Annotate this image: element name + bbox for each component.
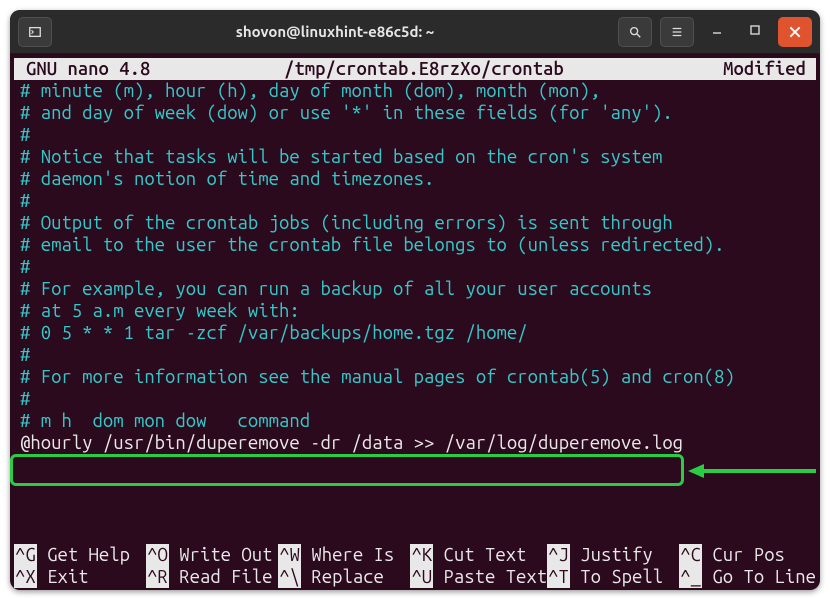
maximize-icon	[749, 24, 761, 36]
shortcut-item: ^U Paste Text	[410, 566, 547, 588]
shortcut-item: ^W Where Is	[278, 544, 410, 566]
shortcut-key: ^T	[547, 566, 570, 588]
shortcut-label: Get Help	[37, 544, 130, 566]
comment-line: # For example, you can run a backup of a…	[20, 278, 816, 300]
comment-line: # at 5 a.m every week with:	[20, 300, 816, 322]
shortcut-key: ^R	[146, 566, 169, 588]
shortcut-label: Go To Line	[702, 566, 816, 588]
shortcut-item: ^X Exit	[14, 566, 146, 588]
terminal-body[interactable]: GNU nano 4.8 /tmp/crontab.E8rzXo/crontab…	[10, 54, 820, 590]
search-icon	[628, 25, 642, 39]
comment-line: # Output of the crontab jobs (including …	[20, 212, 816, 234]
new-tab-button[interactable]	[18, 17, 52, 47]
comment-line: # and day of week (dow) or use '*' in th…	[20, 102, 816, 124]
cron-command-line: @hourly /usr/bin/duperemove -dr /data >>…	[20, 432, 816, 454]
window-controls	[702, 17, 812, 47]
close-button[interactable]	[778, 17, 812, 47]
shortcut-label: Exit	[37, 566, 89, 588]
menu-button[interactable]	[660, 17, 694, 47]
comment-line: # m h dom mon dow command	[20, 410, 816, 432]
shortcut-item: ^J Justify	[547, 544, 679, 566]
comment-line: #	[20, 124, 816, 146]
editor-content[interactable]: # minute (m), hour (h), day of month (do…	[14, 80, 816, 454]
hamburger-icon	[670, 25, 684, 39]
shortcut-key: ^_	[679, 566, 702, 588]
shortcut-key: ^O	[146, 544, 169, 566]
shortcut-item: ^O Write Out	[146, 544, 278, 566]
shortcut-key: ^K	[410, 544, 433, 566]
comment-line: # minute (m), hour (h), day of month (do…	[20, 80, 816, 102]
shortcut-key: ^C	[679, 544, 702, 566]
terminal-icon	[28, 25, 42, 39]
nano-status-bar: GNU nano 4.8 /tmp/crontab.E8rzXo/crontab…	[14, 58, 816, 80]
comment-line: #	[20, 388, 816, 410]
nano-state: Modified	[723, 58, 816, 80]
shortcut-label: Paste Text	[433, 566, 547, 588]
shortcut-item: ^K Cut Text	[410, 544, 547, 566]
shortcut-item: ^C Cur Pos	[679, 544, 816, 566]
shortcut-label: Cur Pos	[702, 544, 785, 566]
shortcut-label: To Spell	[570, 566, 663, 588]
titlebar: shovon@linuxhint-e86c5d: ~	[10, 10, 820, 54]
minimize-icon	[711, 24, 723, 36]
comment-line: # daemon's notion of time and timezones.	[20, 168, 816, 190]
nano-app-name: GNU nano 4.8	[14, 58, 284, 80]
shortcut-label: Write Out	[169, 544, 273, 566]
search-button[interactable]	[618, 17, 652, 47]
shortcut-key: ^W	[278, 544, 301, 566]
shortcut-label: Read File	[169, 566, 273, 588]
shortcut-item: ^G Get Help	[14, 544, 146, 566]
shortcut-item: ^R Read File	[146, 566, 278, 588]
close-icon	[788, 25, 802, 39]
shortcut-item: ^\ Replace	[278, 566, 410, 588]
window-title: shovon@linuxhint-e86c5d: ~	[60, 23, 610, 40]
maximize-button[interactable]	[740, 17, 770, 43]
highlight-annotation	[10, 454, 684, 486]
shortcut-key: ^\	[278, 566, 301, 588]
shortcut-label: Justify	[570, 544, 653, 566]
minimize-button[interactable]	[702, 17, 732, 43]
comment-line: #	[20, 344, 816, 366]
terminal-window: shovon@linuxhint-e86c5d: ~ GNU nano 4.8 …	[10, 10, 820, 590]
comment-line: #	[20, 256, 816, 278]
comment-line: # For more information see the manual pa…	[20, 366, 816, 388]
shortcut-label: Cut Text	[433, 544, 526, 566]
comment-line: # Notice that tasks will be started base…	[20, 146, 816, 168]
shortcut-key: ^U	[410, 566, 433, 588]
shortcut-item: ^_ Go To Line	[679, 566, 816, 588]
nano-file-path: /tmp/crontab.E8rzXo/crontab	[284, 58, 723, 80]
shortcut-key: ^G	[14, 544, 37, 566]
comment-line: # 0 5 * * 1 tar -zcf /var/backups/home.t…	[20, 322, 816, 344]
comment-line: #	[20, 190, 816, 212]
shortcut-item: ^T To Spell	[547, 566, 679, 588]
shortcut-label: Replace	[301, 566, 384, 588]
comment-line: # email to the user the crontab file bel…	[20, 234, 816, 256]
shortcut-key: ^J	[547, 544, 570, 566]
nano-shortcuts: ^G Get Help^O Write Out^W Where Is^K Cut…	[14, 544, 816, 588]
shortcut-label: Where Is	[301, 544, 394, 566]
arrow-annotation	[688, 468, 818, 474]
shortcut-key: ^X	[14, 566, 37, 588]
